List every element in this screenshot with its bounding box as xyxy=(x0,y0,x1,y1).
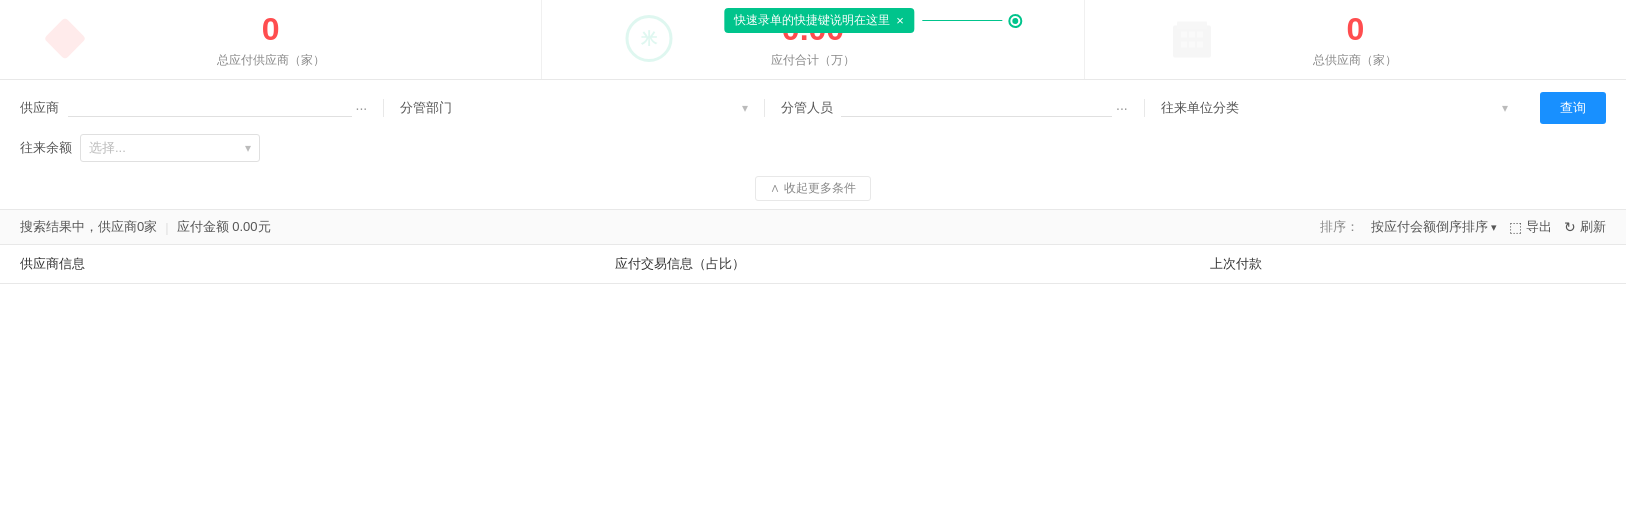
svg-rect-7 xyxy=(1189,31,1195,37)
balance-select-text: 选择... xyxy=(89,139,245,157)
stat-icon-diamond: 采 xyxy=(40,13,90,66)
total-payable-suppliers-label: 总应付供应商（家） xyxy=(217,52,325,69)
sort-label: 排序： xyxy=(1320,218,1359,236)
results-divider: | xyxy=(165,220,168,235)
tooltip-dot xyxy=(1010,16,1020,26)
sort-chevron-icon: ▾ xyxy=(1491,221,1497,234)
person-field: 分管人员 ··· xyxy=(765,99,1145,117)
svg-rect-6 xyxy=(1181,31,1187,37)
dept-label: 分管部门 xyxy=(400,99,452,117)
query-button[interactable]: 查询 xyxy=(1540,92,1606,124)
collapse-button[interactable]: ∧ 收起更多条件 xyxy=(755,176,870,201)
balance-chevron-icon: ▾ xyxy=(245,141,251,155)
person-input[interactable] xyxy=(841,99,1113,117)
stat-icon-building xyxy=(1165,11,1219,68)
refresh-label: 刷新 xyxy=(1580,218,1606,236)
refresh-button[interactable]: ↻ 刷新 xyxy=(1564,218,1606,236)
svg-text:米: 米 xyxy=(640,29,658,46)
filter-area: 供应商 ··· 分管部门 ▾ 分管人员 ··· 往来单位分类 ▾ xyxy=(0,80,1626,210)
stat-payable-total: 米 快速录单的快捷键说明在这里 × 0.00 应付合计（万） xyxy=(542,0,1084,79)
unit-class-select[interactable]: ▾ xyxy=(1247,101,1508,115)
results-summary: 搜索结果中，供应商0家 xyxy=(20,218,157,236)
filter-row-1: 供应商 ··· 分管部门 ▾ 分管人员 ··· 往来单位分类 ▾ xyxy=(20,92,1606,124)
col-header-transaction: 应付交易信息（占比） xyxy=(615,255,1210,273)
collapse-row: ∧ 收起更多条件 xyxy=(20,172,1606,209)
supplier-dots-button[interactable]: ··· xyxy=(356,100,368,116)
export-icon: ⬚ xyxy=(1509,219,1522,235)
tooltip-bubble: 快速录单的快捷键说明在这里 × xyxy=(724,8,914,33)
unit-class-field: 往来单位分类 ▾ xyxy=(1145,99,1524,117)
stat-total-payable-suppliers: 采 0 总应付供应商（家） xyxy=(0,0,542,79)
tooltip-line xyxy=(922,20,1002,21)
query-btn-wrapper: 查询 xyxy=(1524,92,1606,124)
balance-select[interactable]: 选择... ▾ xyxy=(80,134,260,162)
total-suppliers-label: 总供应商（家） xyxy=(1313,52,1397,69)
export-button[interactable]: ⬚ 导出 xyxy=(1509,218,1552,236)
dept-field: 分管部门 ▾ xyxy=(384,99,764,117)
svg-rect-10 xyxy=(1189,41,1195,47)
dept-select[interactable]: ▾ xyxy=(460,101,747,115)
dept-chevron-icon: ▾ xyxy=(742,101,748,115)
balance-label: 往来余额 xyxy=(20,139,72,157)
unit-class-label: 往来单位分类 xyxy=(1161,99,1239,117)
svg-rect-11 xyxy=(1197,41,1203,47)
person-dots-button[interactable]: ··· xyxy=(1116,100,1128,116)
tooltip-text: 快速录单的快捷键说明在这里 xyxy=(734,12,890,29)
filter-row-2: 往来余额 选择... ▾ xyxy=(20,134,1606,172)
sort-select[interactable]: 按应付会额倒序排序 ▾ xyxy=(1371,218,1497,236)
results-bar-right: 排序： 按应付会额倒序排序 ▾ ⬚ 导出 ↻ 刷新 xyxy=(1320,218,1606,236)
stat-icon-coin: 米 xyxy=(622,11,676,68)
sort-value: 按应付会额倒序排序 xyxy=(1371,218,1488,236)
svg-text:采: 采 xyxy=(59,30,73,45)
results-amount: 应付金额 0.00元 xyxy=(177,218,271,236)
stats-bar: 采 0 总应付供应商（家） 米 快速录单的快捷键说明在这里 × 0.00 应付合… xyxy=(0,0,1626,80)
tooltip-container: 快速录单的快捷键说明在这里 × xyxy=(724,8,1020,33)
export-label: 导出 xyxy=(1526,218,1552,236)
total-payable-suppliers-number: 0 xyxy=(262,10,280,48)
svg-rect-8 xyxy=(1197,31,1203,37)
table-header: 供应商信息 应付交易信息（占比） 上次付款 xyxy=(0,245,1626,284)
col-header-lastpay: 上次付款 xyxy=(1210,255,1607,273)
supplier-input[interactable] xyxy=(68,99,352,117)
refresh-icon: ↻ xyxy=(1564,219,1576,235)
total-suppliers-number: 0 xyxy=(1346,10,1364,48)
tooltip-close-button[interactable]: × xyxy=(896,14,904,27)
unit-class-chevron-icon: ▾ xyxy=(1502,101,1508,115)
col-header-supplier: 供应商信息 xyxy=(20,255,615,273)
svg-rect-9 xyxy=(1181,41,1187,47)
supplier-label: 供应商 xyxy=(20,99,60,117)
supplier-field: 供应商 ··· xyxy=(20,99,384,117)
payable-total-label: 应付合计（万） xyxy=(771,52,855,69)
svg-rect-5 xyxy=(1177,21,1207,29)
stat-total-suppliers: 0 总供应商（家） xyxy=(1085,0,1626,79)
person-label: 分管人员 xyxy=(781,99,833,117)
results-bar: 搜索结果中，供应商0家 | 应付金额 0.00元 排序： 按应付会额倒序排序 ▾… xyxy=(0,210,1626,245)
table-body xyxy=(0,284,1626,515)
